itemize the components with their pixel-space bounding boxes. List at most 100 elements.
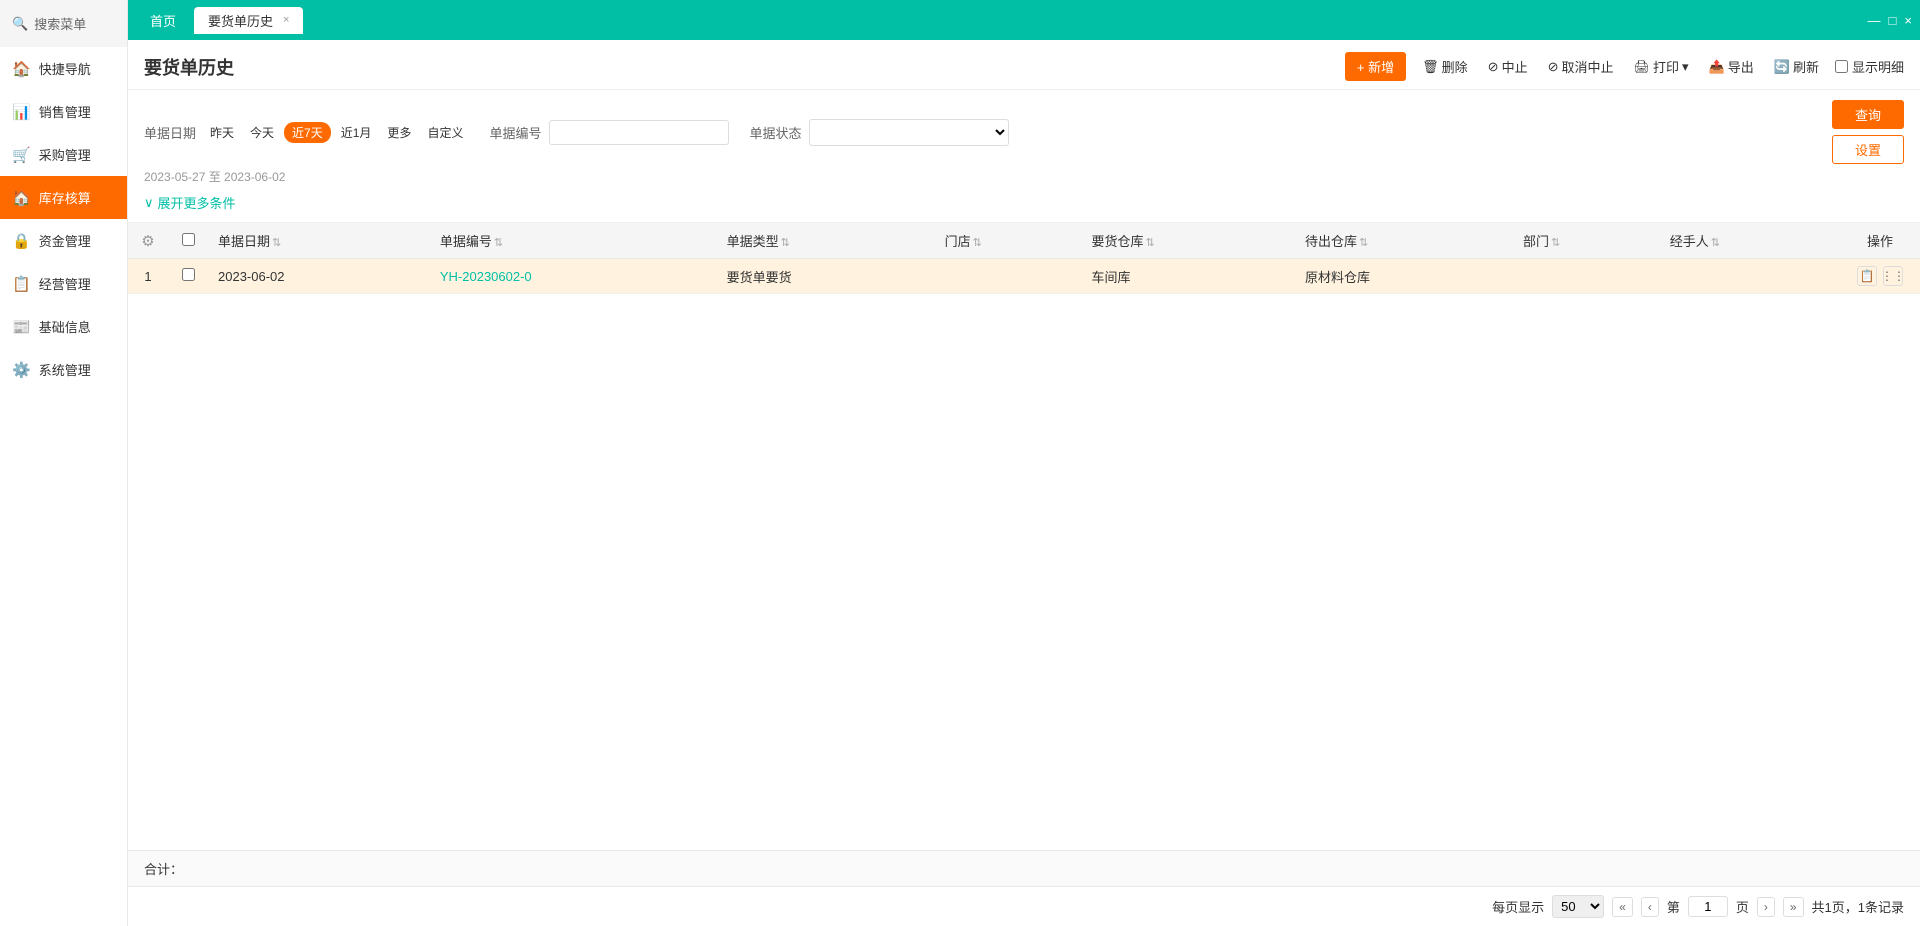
col-doc-date: 单据日期⇅: [208, 223, 430, 259]
row-req-warehouse: 车间库: [1081, 259, 1294, 294]
delete-button[interactable]: 🗑 删除: [1418, 55, 1472, 78]
row-handler: [1660, 259, 1840, 294]
sales-icon: 📊: [12, 103, 31, 121]
page-title: 要货单历史: [144, 54, 234, 80]
last-page-button[interactable]: »: [1783, 897, 1804, 917]
print-icon: 🖨: [1634, 59, 1651, 75]
row-checkbox[interactable]: [182, 268, 195, 281]
sidebar-item-basic-info[interactable]: 📰 基础信息: [0, 305, 127, 348]
export-button[interactable]: 📤 导出: [1705, 55, 1758, 78]
show-detail-check[interactable]: 显示明细: [1835, 57, 1904, 76]
doc-number-label: 单据编号: [489, 123, 541, 142]
doc-number-input[interactable]: [549, 120, 729, 145]
sort-req-warehouse-icon[interactable]: ⇅: [1145, 237, 1154, 249]
main-area: 首页 要货单历史 × — □ × 要货单历史 + 新增 🗑 删除 ⊘ 中: [128, 0, 1920, 926]
total-info: 共1页，1条记录: [1812, 897, 1904, 916]
sidebar-item-label: 系统管理: [39, 360, 91, 379]
tab-home[interactable]: 首页: [136, 7, 190, 34]
date-filter-label: 单据日期: [144, 123, 196, 142]
row-doc-type: 要货单要货: [717, 259, 935, 294]
date-filter-group: 单据日期 昨天 今天 近7天 近1月 更多 自定义: [144, 122, 469, 143]
sort-department-icon[interactable]: ⇅: [1551, 237, 1560, 249]
stop-button[interactable]: ⊘ 中止: [1484, 55, 1532, 78]
next-page-button[interactable]: ›: [1757, 897, 1775, 917]
more-icon: ⋮⋮: [1881, 269, 1905, 283]
view-icon: 📋: [1860, 269, 1875, 283]
col-settings: ⚙: [128, 223, 168, 259]
sidebar-item-label: 快捷导航: [39, 59, 91, 78]
pagination: 每页显示 50 100 « ‹ 第 页 › » 共1页，1条记录: [128, 886, 1920, 926]
gear-icon[interactable]: ⚙: [141, 233, 154, 250]
print-button[interactable]: 🖨 打印 ▾: [1630, 55, 1693, 78]
sidebar: 🔍 搜索菜单 🏠 快捷导航 📊 销售管理 🛒 采购管理 🏠 库存核算 🔒 资金管…: [0, 0, 128, 926]
refresh-button[interactable]: 🔄 刷新: [1770, 55, 1823, 78]
date-btn-today[interactable]: 今天: [244, 122, 280, 143]
sidebar-item-quick-nav[interactable]: 🏠 快捷导航: [0, 47, 127, 90]
summary-row: 合计：: [128, 850, 1920, 886]
doc-status-select[interactable]: [809, 119, 1009, 146]
window-close-icon[interactable]: ×: [1904, 13, 1912, 28]
date-buttons: 昨天 今天 近7天 近1月 更多 自定义: [204, 122, 469, 143]
sidebar-item-finance[interactable]: 🔒 资金管理: [0, 219, 127, 262]
sort-doc-date-icon[interactable]: ⇅: [272, 237, 281, 249]
cancel-stop-icon: ⊘: [1548, 59, 1559, 75]
sort-doc-type-icon[interactable]: ⇅: [781, 237, 790, 249]
sidebar-search[interactable]: 🔍 搜索菜单: [0, 0, 127, 47]
date-btn-7days[interactable]: 近7天: [284, 122, 331, 143]
doc-status-filter-group: 单据状态: [749, 119, 1009, 146]
sidebar-item-label: 销售管理: [39, 102, 91, 121]
col-req-warehouse: 要货仓库⇅: [1081, 223, 1294, 259]
tab-close-icon[interactable]: ×: [283, 14, 289, 26]
sort-doc-number-icon[interactable]: ⇅: [494, 237, 503, 249]
filter-area: 单据日期 昨天 今天 近7天 近1月 更多 自定义 单据编号: [128, 90, 1920, 223]
add-button[interactable]: + 新增: [1345, 52, 1406, 81]
page-number-input[interactable]: [1688, 896, 1728, 917]
row-doc-number: YH-20230602-0: [430, 259, 717, 294]
topbar: 首页 要货单历史 × — □ ×: [128, 0, 1920, 40]
chevron-down-icon: ∨: [144, 195, 154, 211]
window-minimize-icon[interactable]: —: [1868, 13, 1881, 28]
tab-history[interactable]: 要货单历史 ×: [194, 7, 303, 34]
sidebar-item-operations[interactable]: 📋 经营管理: [0, 262, 127, 305]
date-btn-custom[interactable]: 自定义: [421, 122, 469, 143]
doc-number-filter-group: 单据编号: [489, 120, 729, 145]
first-page-button[interactable]: «: [1612, 897, 1633, 917]
more-action-icon[interactable]: ⋮⋮: [1883, 266, 1903, 286]
sidebar-item-sales[interactable]: 📊 销售管理: [0, 90, 127, 133]
view-action-icon[interactable]: 📋: [1857, 266, 1877, 286]
col-doc-number: 单据编号⇅: [430, 223, 717, 259]
query-button[interactable]: 查询: [1832, 100, 1904, 129]
prev-page-button[interactable]: ‹: [1641, 897, 1659, 917]
sort-pending-warehouse-icon[interactable]: ⇅: [1359, 237, 1368, 249]
table-container: ⚙ 单据日期⇅ 单据编号⇅ 单据类型⇅: [128, 223, 1920, 850]
sidebar-item-purchase[interactable]: 🛒 采购管理: [0, 133, 127, 176]
show-detail-checkbox[interactable]: [1835, 60, 1848, 73]
doc-number-link[interactable]: YH-20230602-0: [440, 269, 532, 284]
sidebar-item-inventory[interactable]: 🏠 库存核算: [0, 176, 127, 219]
sidebar-item-label: 库存核算: [39, 188, 91, 207]
row-store: [935, 259, 1082, 294]
select-all-checkbox[interactable]: [182, 233, 195, 246]
row-check: [168, 259, 208, 294]
settings-button[interactable]: 设置: [1832, 135, 1904, 164]
date-btn-more[interactable]: 更多: [381, 122, 417, 143]
date-btn-yesterday[interactable]: 昨天: [204, 122, 240, 143]
inventory-icon: 🏠: [12, 189, 31, 207]
expand-filter-button[interactable]: ∨ 展开更多条件: [144, 193, 1904, 212]
sort-handler-icon[interactable]: ⇅: [1711, 237, 1720, 249]
sidebar-item-system[interactable]: ⚙️ 系统管理: [0, 348, 127, 391]
date-btn-1month[interactable]: 近1月: [335, 122, 378, 143]
cancel-stop-button[interactable]: ⊘ 取消中止: [1544, 55, 1618, 78]
sidebar-item-label: 基础信息: [39, 317, 91, 336]
window-maximize-icon[interactable]: □: [1889, 13, 1897, 28]
page-area: 要货单历史 + 新增 🗑 删除 ⊘ 中止 ⊘ 取消中止 🖨 打印: [128, 40, 1920, 926]
row-doc-date: 2023-06-02: [208, 259, 430, 294]
sidebar-item-label: 经营管理: [39, 274, 91, 293]
action-icons-group: 📋 ⋮⋮: [1850, 266, 1910, 286]
filter-row: 单据日期 昨天 今天 近7天 近1月 更多 自定义 单据编号: [144, 100, 1904, 164]
col-store: 门店⇅: [935, 223, 1082, 259]
row-department: [1513, 259, 1660, 294]
per-page-select[interactable]: 50 100: [1552, 895, 1604, 918]
page-label-first: 第: [1667, 897, 1680, 916]
sort-store-icon[interactable]: ⇅: [973, 237, 982, 249]
